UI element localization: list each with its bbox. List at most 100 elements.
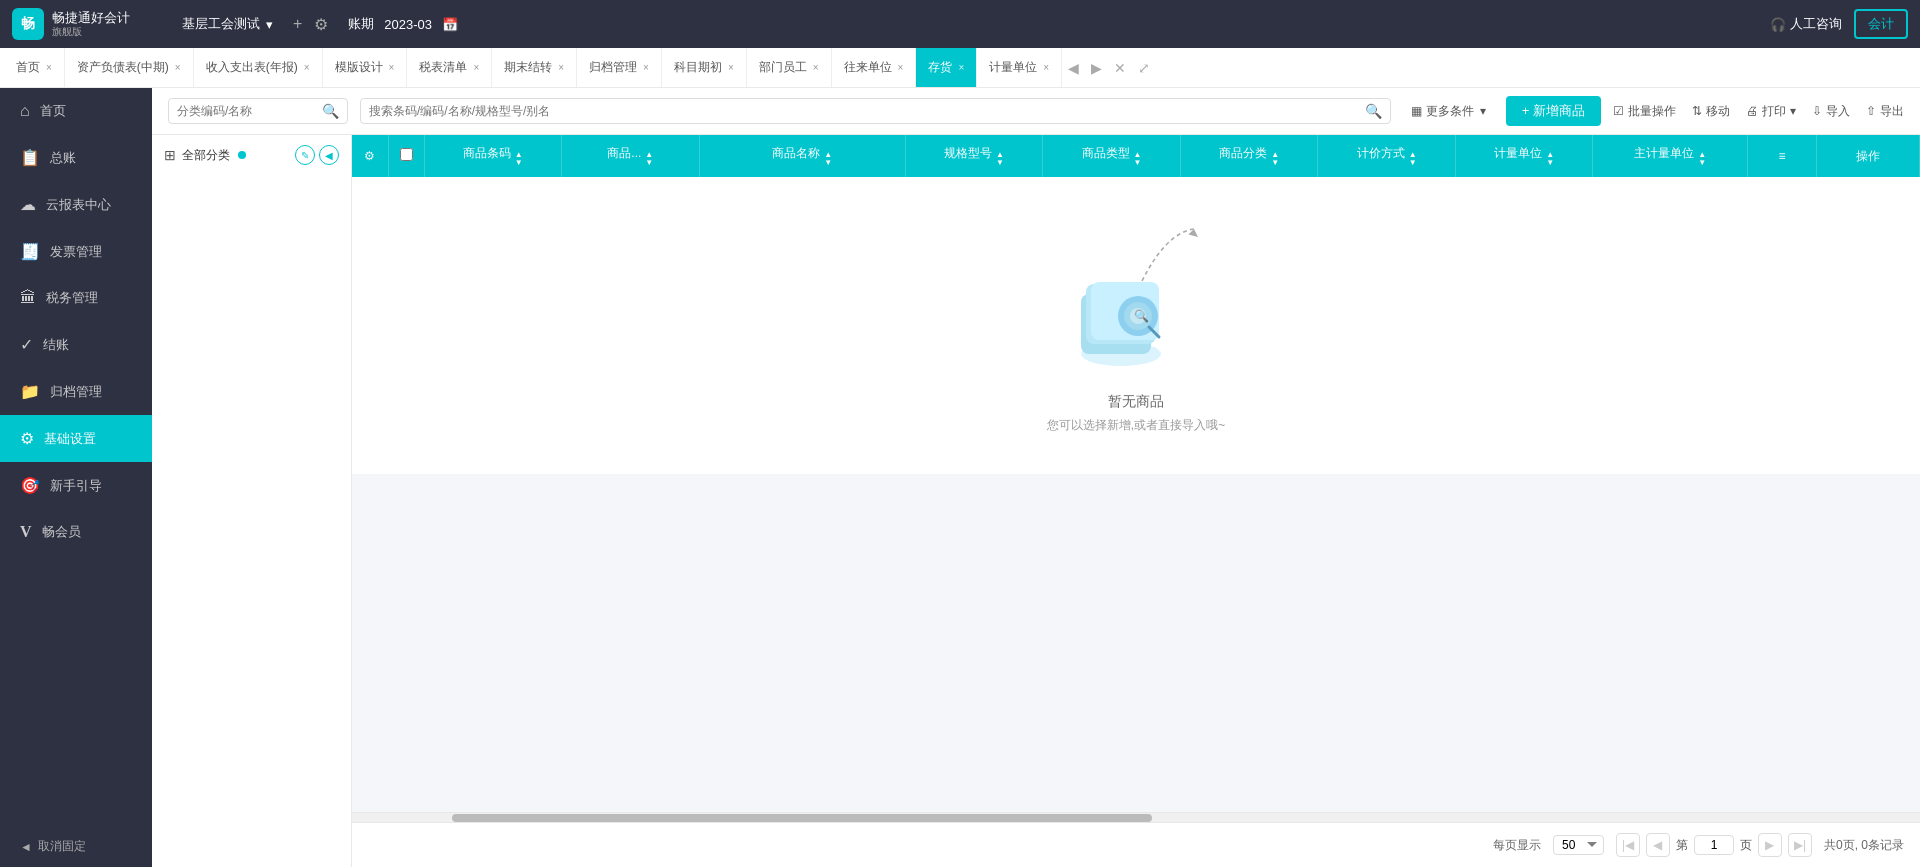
tab-homepage[interactable]: 首页 × — [4, 48, 65, 88]
sidebar-item-guide[interactable]: 🎯 新手引导 — [0, 462, 152, 509]
th-main-unit[interactable]: 主计量单位▲▼ — [1593, 135, 1748, 177]
category-search-wrap[interactable]: 🔍 — [168, 98, 348, 124]
last-page-button[interactable]: ▶| — [1788, 833, 1812, 857]
close-icon[interactable]: × — [958, 62, 964, 73]
th-settings[interactable]: ⚙ — [352, 135, 388, 177]
close-icon[interactable]: × — [728, 62, 734, 73]
close-icon[interactable]: × — [813, 62, 819, 73]
sidebar-item-tax[interactable]: 🏛 税务管理 — [0, 275, 152, 321]
tab-bar: 首页 × 资产负债表(中期) × 收入支出表(年报) × 模版设计 × 税表清单… — [0, 48, 1920, 88]
close-icon[interactable]: × — [389, 62, 395, 73]
page-number-input[interactable] — [1694, 835, 1734, 855]
close-icon[interactable]: × — [46, 62, 52, 73]
sidebar-pin-button[interactable]: ◄ 取消固定 — [0, 826, 152, 867]
close-icon[interactable]: × — [898, 62, 904, 73]
th-product-name[interactable]: 商品名称▲▼ — [699, 135, 905, 177]
empty-state: 🔍 暂无商品 您可以选择新增,或者直接导入哦~ — [352, 177, 1920, 474]
next-page-button[interactable]: ▶ — [1758, 833, 1782, 857]
svg-marker-0 — [1188, 229, 1198, 237]
close-icon[interactable]: × — [643, 62, 649, 73]
sort-icon: ▲▼ — [645, 151, 653, 167]
add-tab-icon[interactable]: + — [293, 15, 302, 33]
th-spec[interactable]: 规格型号▲▼ — [905, 135, 1043, 177]
sidebar-item-basic-settings[interactable]: ⚙ 基础设置 — [0, 415, 152, 462]
new-product-button[interactable]: + 新增商品 — [1506, 96, 1601, 126]
th-product-code[interactable]: 商品条码▲▼ — [424, 135, 562, 177]
tab-template-design[interactable]: 模版设计 × — [323, 48, 408, 88]
scrollbar-thumb[interactable] — [452, 814, 1152, 822]
total-records-info: 共0页, 0条记录 — [1824, 837, 1904, 854]
tab-subject-initial[interactable]: 科目期初 × — [662, 48, 747, 88]
th-price-method[interactable]: 计价方式▲▼ — [1318, 135, 1456, 177]
product-search-input[interactable] — [369, 104, 1359, 118]
sidebar-item-home[interactable]: ⌂ 首页 — [0, 88, 152, 134]
tab-expand-icon[interactable]: ⤢ — [1132, 60, 1156, 76]
prev-page-button[interactable]: ◀ — [1646, 833, 1670, 857]
th-unit[interactable]: 计量单位▲▼ — [1455, 135, 1593, 177]
archive-icon: 📁 — [20, 382, 40, 401]
tab-customer-vendor[interactable]: 往来单位 × — [832, 48, 917, 88]
tab-department-employee[interactable]: 部门员工 × — [747, 48, 832, 88]
table-scroll[interactable]: ⚙ 商品条码▲▼ 商品...▲▼ — [352, 135, 1920, 812]
close-icon[interactable]: × — [1043, 62, 1049, 73]
tab-income-statement[interactable]: 收入支出表(年报) × — [194, 48, 323, 88]
product-search-wrap[interactable]: 🔍 — [360, 98, 1391, 124]
import-button[interactable]: ⇩ 导入 — [1812, 103, 1850, 120]
batch-ops-button[interactable]: ☑ 批量操作 — [1613, 103, 1676, 120]
th-barcode[interactable]: 商品...▲▼ — [562, 135, 700, 177]
more-filter-button[interactable]: ▦ 更多条件 ▾ — [1403, 99, 1494, 124]
sidebar-item-cloud-reports[interactable]: ☁ 云报表中心 — [0, 181, 152, 228]
move-button[interactable]: ⇅ 移动 — [1692, 103, 1730, 120]
sidebar-item-archive[interactable]: 📁 归档管理 — [0, 368, 152, 415]
sidebar-item-member[interactable]: V 畅会员 — [0, 509, 152, 555]
category-icon-buttons: ✎ ◀ — [295, 145, 339, 165]
tab-nav-right-icon[interactable]: ▶ — [1085, 60, 1108, 76]
close-icon[interactable]: × — [304, 62, 310, 73]
th-product-category[interactable]: 商品分类▲▼ — [1180, 135, 1318, 177]
print-button[interactable]: 🖨 打印 ▾ — [1746, 103, 1796, 120]
first-page-button[interactable]: |◀ — [1616, 833, 1640, 857]
move-icon: ⇅ — [1692, 104, 1702, 118]
close-icon[interactable]: × — [473, 62, 479, 73]
closing-icon: ✓ — [20, 335, 33, 354]
category-search-input[interactable] — [177, 104, 316, 118]
th-product-type[interactable]: 商品类型▲▼ — [1043, 135, 1181, 177]
batch-icon: ☑ — [1613, 104, 1624, 118]
close-icon[interactable]: × — [558, 62, 564, 73]
sort-icon: ▲▼ — [1409, 151, 1417, 167]
app-logo-icon: 畅 — [12, 8, 44, 40]
tab-archive-management[interactable]: 归档管理 × — [577, 48, 662, 88]
collapse-panel-button[interactable]: ◀ — [319, 145, 339, 165]
company-selector[interactable]: 基层工会测试 ▾ — [174, 11, 281, 37]
category-header: ⊞ 全部分类 ✎ ◀ — [152, 135, 351, 175]
tab-balance-sheet[interactable]: 资产负债表(中期) × — [65, 48, 194, 88]
tab-close-all-icon[interactable]: ✕ — [1108, 60, 1132, 76]
ai-consult-button[interactable]: 🎧 人工咨询 — [1770, 15, 1842, 33]
sidebar-item-closing[interactable]: ✓ 结账 — [0, 321, 152, 368]
empty-title: 暂无商品 — [1108, 393, 1164, 411]
toolbar-actions: ☑ 批量操作 ⇅ 移动 🖨 打印 ▾ ⇩ 导入 ⇧ 导 — [1613, 103, 1904, 120]
calendar-icon[interactable]: 📅 — [442, 17, 458, 32]
horizontal-scrollbar[interactable] — [352, 812, 1920, 822]
main-content: ⊞ 全部分类 ✎ ◀ ⚙ — [152, 135, 1920, 867]
tab-tax-list[interactable]: 税表清单 × — [407, 48, 492, 88]
th-extra-columns[interactable]: ≡ — [1748, 135, 1817, 177]
select-all-checkbox[interactable] — [400, 148, 413, 161]
edit-category-button[interactable]: ✎ — [295, 145, 315, 165]
tab-unit-of-measure[interactable]: 计量单位 × — [977, 48, 1062, 88]
sidebar: ⌂ 首页 📋 总账 ☁ 云报表中心 🧾 发票管理 🏛 税务管理 ✓ 结账 📁 归… — [0, 88, 152, 867]
tab-nav-left-icon[interactable]: ◀ — [1062, 60, 1085, 76]
tab-period-closing[interactable]: 期末结转 × — [492, 48, 577, 88]
sidebar-item-invoice[interactable]: 🧾 发票管理 — [0, 228, 152, 275]
export-button[interactable]: ⇧ 导出 — [1866, 103, 1904, 120]
pin-icon: ◄ — [20, 840, 32, 854]
empty-desc: 您可以选择新增,或者直接导入哦~ — [1047, 417, 1225, 434]
close-icon[interactable]: × — [175, 62, 181, 73]
kuaiji-button[interactable]: 会计 — [1854, 9, 1908, 39]
settings-icon[interactable]: ⚙ — [314, 15, 328, 34]
tab-inventory[interactable]: 存货 × — [916, 48, 977, 88]
th-checkbox[interactable] — [388, 135, 424, 177]
per-page-select[interactable]: 50 10 20 100 — [1553, 835, 1604, 855]
sidebar-item-ledger[interactable]: 📋 总账 — [0, 134, 152, 181]
empty-doc-icon: 🔍 — [1066, 264, 1176, 377]
